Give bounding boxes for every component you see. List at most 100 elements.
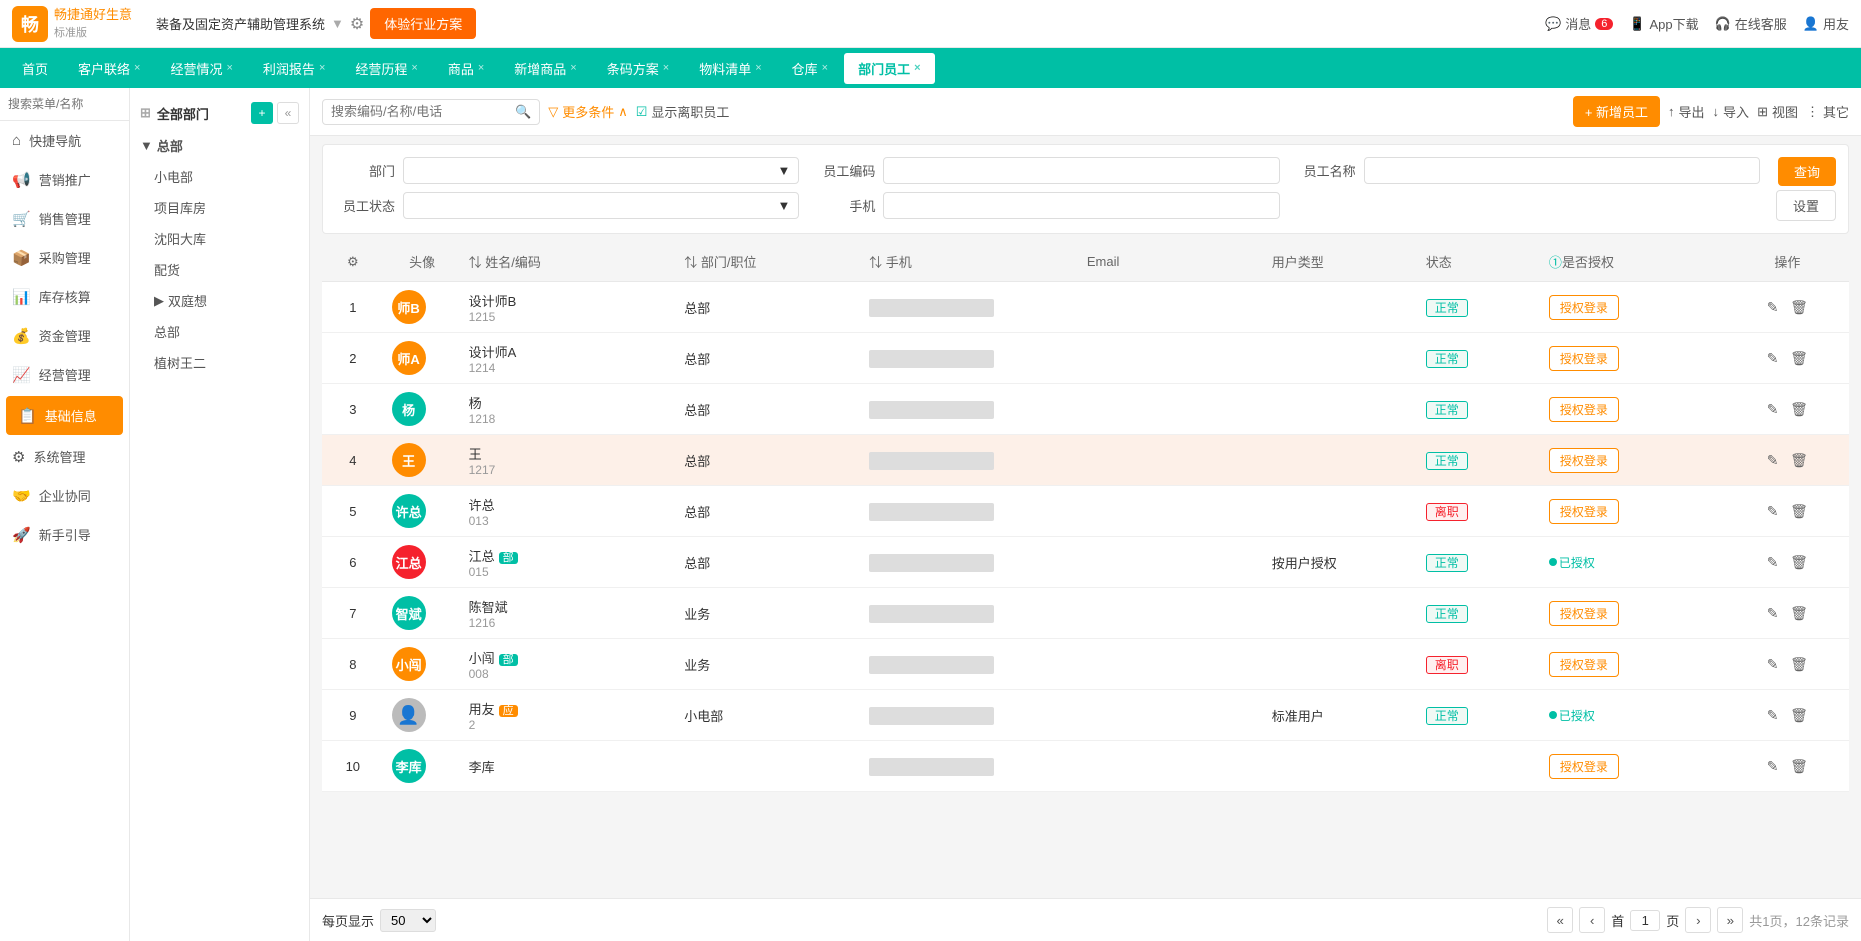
auth-button[interactable]: 授权登录 <box>1549 346 1619 371</box>
emp-status-select[interactable]: ▼ <box>403 192 799 219</box>
auth-button[interactable]: 授权登录 <box>1549 652 1619 677</box>
system-dropdown-icon[interactable]: ▼ <box>331 16 344 31</box>
tab-goods[interactable]: 商品 × <box>434 53 498 84</box>
tab-new-goods[interactable]: 新增商品 × <box>500 53 590 84</box>
dept-node-project-store[interactable]: 项目库房 <box>130 192 309 223</box>
export-btn[interactable]: ↑ 导出 <box>1668 102 1705 121</box>
tab-operation-close[interactable]: × <box>226 62 232 74</box>
auth-button[interactable]: 授权登录 <box>1549 499 1619 524</box>
tab-barcode[interactable]: 条码方案 × <box>593 53 683 84</box>
tab-customer[interactable]: 客户联络 × <box>64 53 154 84</box>
online-service-btn[interactable]: 🎧 在线客服 <box>1715 14 1787 33</box>
edit-button[interactable]: ✎ <box>1763 450 1783 471</box>
delete-button[interactable]: 🗑 <box>1786 756 1812 777</box>
dept-select[interactable]: ▼ <box>403 157 799 184</box>
sidebar-item-guide[interactable]: 🚀 新手引导 <box>0 515 129 554</box>
prev-page-btn[interactable]: ‹ <box>1579 907 1605 933</box>
delete-button[interactable]: 🗑 <box>1786 654 1812 675</box>
user-btn[interactable]: 👤 用友 <box>1803 14 1849 33</box>
dept-node-shuangting[interactable]: ▶ 双庭想 <box>130 285 309 316</box>
add-employee-button[interactable]: + 新增员工 <box>1573 96 1660 127</box>
show-resigned-toggle[interactable]: ☑ 显示离职员工 <box>636 102 730 121</box>
edit-button[interactable]: ✎ <box>1763 501 1783 522</box>
edit-button[interactable]: ✎ <box>1763 552 1783 573</box>
dept-add-icon[interactable]: + <box>251 102 273 124</box>
more-conditions-btn[interactable]: ▽ 更多条件 ∧ <box>548 102 628 121</box>
delete-button[interactable]: 🗑 <box>1786 552 1812 573</box>
tab-dept-emp-close[interactable]: × <box>914 62 920 74</box>
settings-icon[interactable]: ⚙ <box>347 254 359 269</box>
settings-icon[interactable]: ⚙ <box>350 14 364 34</box>
dept-node-small-elec[interactable]: 小电部 <box>130 161 309 192</box>
app-download-btn[interactable]: 📱 App下载 <box>1629 14 1698 33</box>
delete-button[interactable]: 🗑 <box>1786 399 1812 420</box>
tab-profit-close[interactable]: × <box>319 62 325 74</box>
import-btn[interactable]: ↓ 导入 <box>1713 102 1750 121</box>
last-page-btn[interactable]: » <box>1717 907 1743 933</box>
dept-node-delivery[interactable]: 配货 <box>130 254 309 285</box>
trial-button[interactable]: 体验行业方案 <box>370 8 476 39</box>
other-btn[interactable]: ⋮ 其它 <box>1806 102 1849 121</box>
sidebar-item-system[interactable]: ⚙ 系统管理 <box>0 437 129 476</box>
per-page-select[interactable]: 50 100 200 <box>380 909 436 932</box>
edit-button[interactable]: ✎ <box>1763 654 1783 675</box>
edit-button[interactable]: ✎ <box>1763 399 1783 420</box>
tab-warehouse-close[interactable]: × <box>822 62 828 74</box>
sidebar-item-finance[interactable]: 💰 资金管理 <box>0 316 129 355</box>
auth-button[interactable]: 授权登录 <box>1549 601 1619 626</box>
dept-collapse-icon[interactable]: « <box>277 102 299 124</box>
auth-button[interactable]: 授权登录 <box>1549 397 1619 422</box>
delete-button[interactable]: 🗑 <box>1786 603 1812 624</box>
tab-customer-close[interactable]: × <box>134 62 140 74</box>
edit-button[interactable]: ✎ <box>1763 705 1783 726</box>
auth-button[interactable]: 授权登录 <box>1549 754 1619 779</box>
sidebar-item-purchase[interactable]: 📦 采购管理 <box>0 238 129 277</box>
sidebar-item-operation[interactable]: 📈 经营管理 <box>0 355 129 394</box>
emp-code-input[interactable] <box>883 157 1279 184</box>
edit-button[interactable]: ✎ <box>1763 348 1783 369</box>
first-page-btn[interactable]: « <box>1547 907 1573 933</box>
sidebar-item-enterprise[interactable]: 🤝 企业协同 <box>0 476 129 515</box>
view-btn[interactable]: ⊞ 视图 <box>1757 102 1798 121</box>
th-name[interactable]: ⇅ 姓名/编码 <box>461 242 677 282</box>
tab-warehouse[interactable]: 仓库 × <box>778 53 842 84</box>
next-page-btn[interactable]: › <box>1685 907 1711 933</box>
tab-bom[interactable]: 物料清单 × <box>685 53 775 84</box>
th-dept[interactable]: ⇅ 部门/职位 <box>676 242 861 282</box>
edit-button[interactable]: ✎ <box>1763 756 1783 777</box>
sidebar-item-basic[interactable]: 📋 基础信息 <box>6 396 123 435</box>
message-btn[interactable]: 💬 消息 6 <box>1545 14 1613 33</box>
tab-barcode-close[interactable]: × <box>663 62 669 74</box>
dept-node-hq[interactable]: 总部 <box>130 316 309 347</box>
dept-node-shenyang[interactable]: 沈阳大库 <box>130 223 309 254</box>
phone-input[interactable] <box>883 192 1279 219</box>
tab-operation[interactable]: 经营情况 × <box>156 53 246 84</box>
tab-home[interactable]: 首页 <box>8 53 62 84</box>
tab-dept-emp[interactable]: 部门员工 × <box>844 53 934 84</box>
auth-button[interactable]: 授权登录 <box>1549 448 1619 473</box>
tab-bom-close[interactable]: × <box>755 62 761 74</box>
search-icon[interactable]: 🔍 <box>515 104 531 120</box>
tab-profit[interactable]: 利润报告 × <box>249 53 339 84</box>
dept-node-plant[interactable]: 植树王二 <box>130 347 309 378</box>
current-page-num[interactable]: 1 <box>1630 910 1660 931</box>
emp-name-input[interactable] <box>1364 157 1760 184</box>
edit-button[interactable]: ✎ <box>1763 297 1783 318</box>
sidebar-item-quick-nav[interactable]: ⌂ 快捷导航 <box>0 121 129 160</box>
auth-button[interactable]: 授权登录 <box>1549 295 1619 320</box>
th-phone[interactable]: ⇅ 手机 <box>861 242 1079 282</box>
sidebar-item-sales[interactable]: 🛒 销售管理 <box>0 199 129 238</box>
tab-new-goods-close[interactable]: × <box>570 62 576 74</box>
tab-history[interactable]: 经营历程 × <box>341 53 431 84</box>
setup-button[interactable]: 设置 <box>1776 190 1836 221</box>
delete-button[interactable]: 🗑 <box>1786 297 1812 318</box>
delete-button[interactable]: 🗑 <box>1786 348 1812 369</box>
sidebar-item-inventory[interactable]: 📊 库存核算 <box>0 277 129 316</box>
tab-history-close[interactable]: × <box>411 62 417 74</box>
edit-button[interactable]: ✎ <box>1763 603 1783 624</box>
search-input[interactable] <box>331 104 511 119</box>
delete-button[interactable]: 🗑 <box>1786 450 1812 471</box>
delete-button[interactable]: 🗑 <box>1786 705 1812 726</box>
delete-button[interactable]: 🗑 <box>1786 501 1812 522</box>
query-button[interactable]: 查询 <box>1778 157 1836 186</box>
